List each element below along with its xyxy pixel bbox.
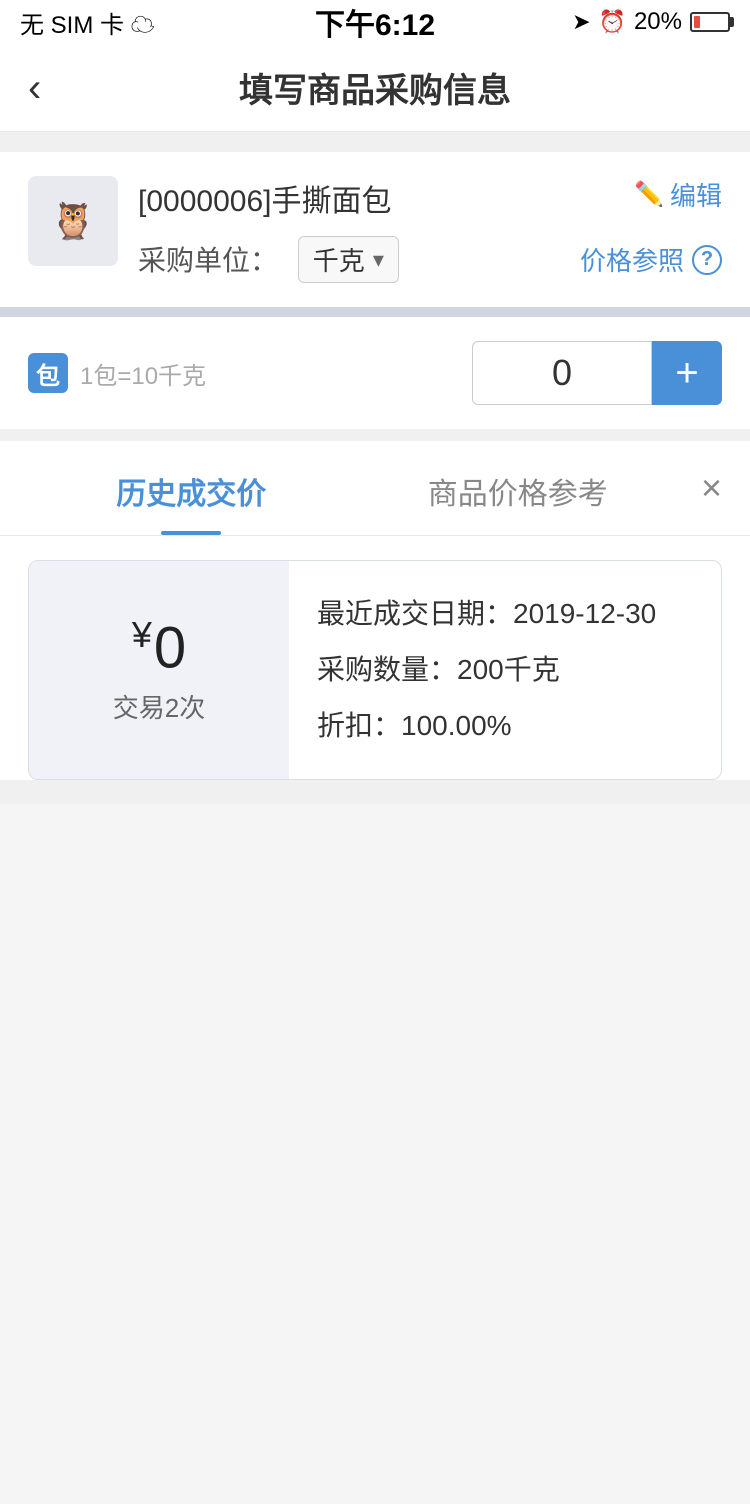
- nav-bar: ‹ 填写商品采购信息: [0, 44, 750, 132]
- back-button[interactable]: ‹: [28, 68, 41, 108]
- discount-value: 100.00%: [401, 710, 512, 741]
- edit-icon: ✏️: [634, 180, 664, 209]
- status-time: 下午6:12: [315, 0, 435, 44]
- battery-percent: 20%: [634, 8, 682, 36]
- tab-section: 历史成交价 商品价格参考 × ¥0 交易2次 最近成交日期：2019-12-30…: [0, 441, 750, 780]
- currency-symbol: ¥: [132, 614, 152, 655]
- help-icon: ?: [692, 245, 722, 275]
- location-icon: ➤: [572, 9, 590, 35]
- purchase-qty-value: 200千克: [457, 654, 560, 685]
- quantity-row: 包 1包=10千克 +: [0, 317, 750, 429]
- product-header: [0000006]手撕面包 ✏️ 编辑: [138, 176, 722, 220]
- product-unit-row: 采购单位： 千克 ▾ 价格参照 ?: [138, 236, 722, 283]
- discount-row: 折扣：100.00%: [317, 705, 693, 747]
- product-info: [0000006]手撕面包 ✏️ 编辑 采购单位： 千克 ▾ 价格参照 ?: [138, 176, 722, 283]
- history-price-value: ¥0: [132, 615, 186, 680]
- tab-product-price[interactable]: 商品价格参考: [354, 441, 680, 535]
- main-content-area: [0, 804, 750, 1504]
- history-card: ¥0 交易2次 最近成交日期：2019-12-30 采购数量：200千克 折扣：…: [28, 560, 722, 780]
- unit-label: 采购单位：: [138, 245, 278, 276]
- section-divider: [0, 307, 750, 317]
- sim-label: 无 SIM 卡 ☁: [20, 5, 155, 40]
- price-reference-button[interactable]: 价格参照 ?: [580, 241, 722, 278]
- edit-button[interactable]: ✏️ 编辑: [634, 176, 722, 213]
- unit-selector[interactable]: 千克 ▾: [298, 236, 399, 283]
- trade-date-label: 最近成交日期：: [317, 598, 513, 629]
- purchase-qty-label: 采购数量：: [317, 654, 457, 685]
- unit-badge: 包: [28, 353, 68, 393]
- quantity-plus-button[interactable]: +: [652, 341, 722, 405]
- quantity-label: 包 1包=10千克: [28, 353, 206, 393]
- purchase-qty-row: 采购数量：200千克: [317, 649, 693, 691]
- product-thumbnail: 🦉: [28, 176, 118, 266]
- status-left: 无 SIM 卡 ☁: [20, 5, 155, 40]
- history-details-panel: 最近成交日期：2019-12-30 采购数量：200千克 折扣：100.00%: [289, 561, 721, 779]
- product-card: 🦉 [0000006]手撕面包 ✏️ 编辑 采购单位： 千克 ▾ 价格参照: [0, 152, 750, 307]
- unit-conversion: 1包=10千克: [80, 356, 206, 391]
- edit-label: 编辑: [670, 176, 722, 213]
- discount-label: 折扣：: [317, 710, 401, 741]
- product-image-icon: 🦉: [51, 200, 96, 242]
- history-price-panel: ¥0 交易2次: [29, 561, 289, 779]
- battery-icon: [690, 12, 730, 32]
- status-right: ➤ ⏰ 20%: [572, 8, 730, 36]
- tab-close-button[interactable]: ×: [681, 450, 722, 526]
- page-title: 填写商品采购信息: [239, 63, 511, 112]
- quantity-input-wrap: +: [472, 341, 722, 405]
- tab-history-price[interactable]: 历史成交价: [28, 441, 354, 535]
- tab-header: 历史成交价 商品价格参考 ×: [0, 441, 750, 536]
- trade-date-value: 2019-12-30: [513, 598, 656, 629]
- status-bar: 无 SIM 卡 ☁ 下午6:12 ➤ ⏰ 20%: [0, 0, 750, 44]
- unit-left: 采购单位： 千克 ▾: [138, 236, 399, 283]
- alarm-icon: ⏰: [599, 9, 626, 35]
- trade-count: 交易2次: [113, 688, 205, 725]
- quantity-input[interactable]: [472, 341, 652, 405]
- product-name: [0000006]手撕面包: [138, 176, 391, 220]
- price-ref-label: 价格参照: [580, 241, 684, 278]
- dropdown-arrow-icon: ▾: [373, 247, 384, 273]
- trade-date-row: 最近成交日期：2019-12-30: [317, 593, 693, 635]
